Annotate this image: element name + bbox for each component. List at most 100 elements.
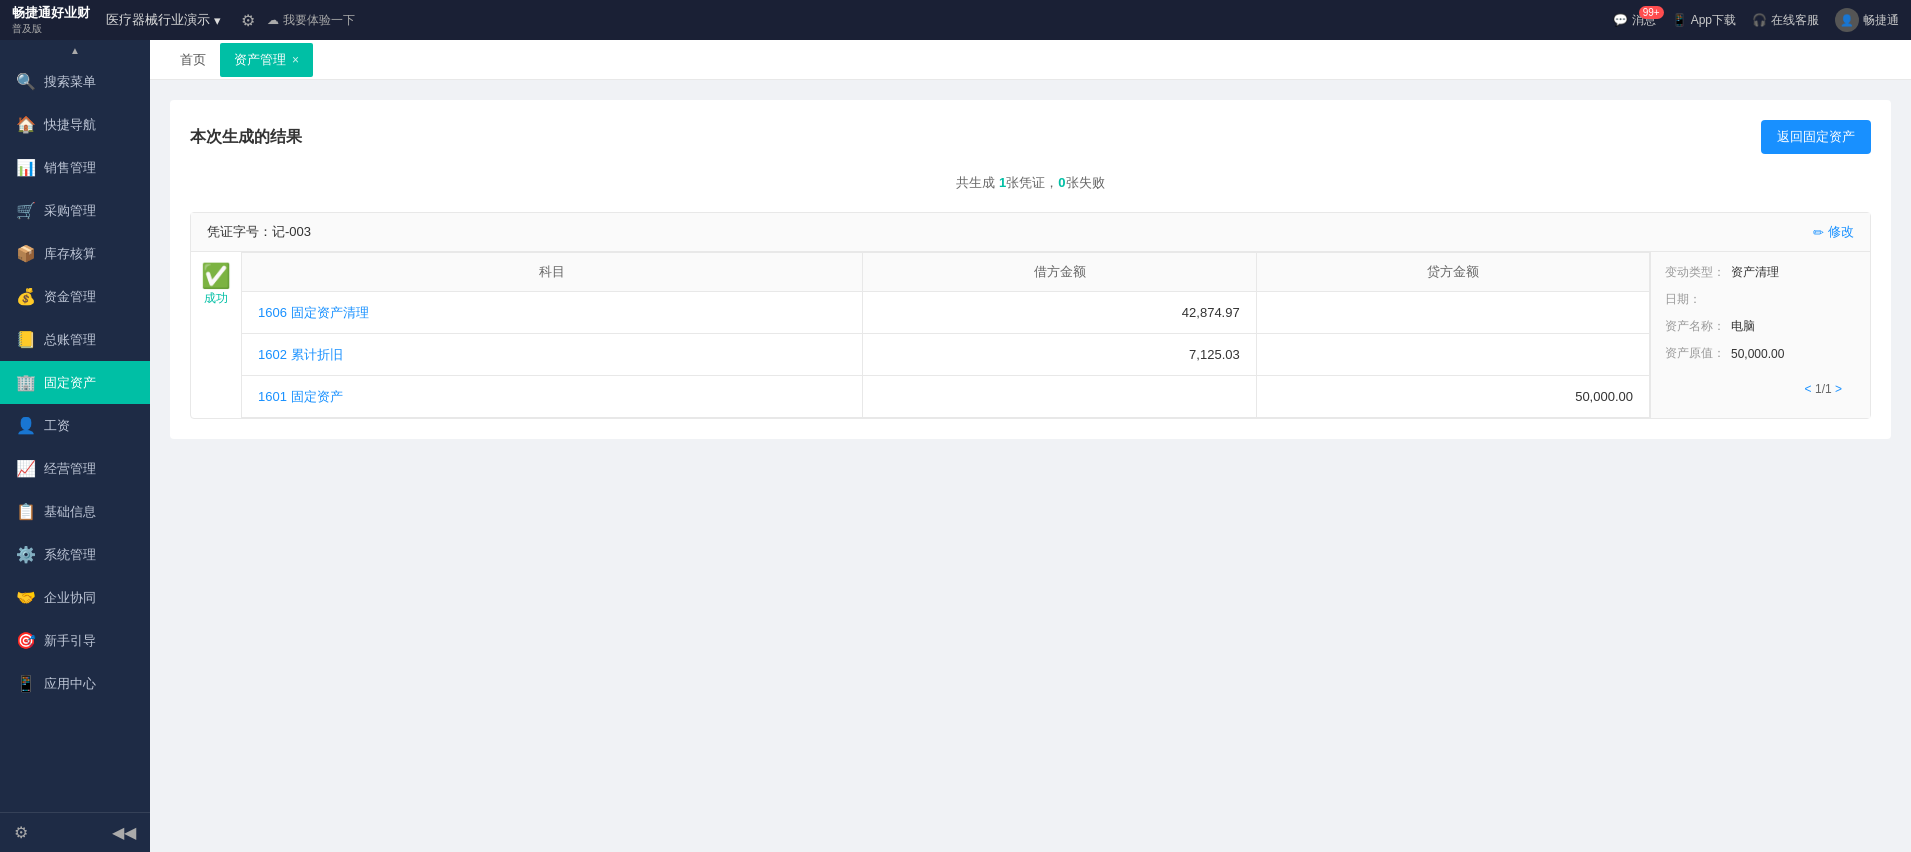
- table-row: 1606 固定资产清理 42,874.97: [242, 292, 1650, 334]
- download-icon: 📱: [1672, 13, 1687, 27]
- sidebar-item-label-operations: 经营管理: [44, 460, 96, 478]
- table-row: 1601 固定资产 50,000.00: [242, 376, 1650, 418]
- sidebar-item-sales[interactable]: 📊 销售管理: [0, 146, 150, 189]
- debit-cell-1: 7,125.03: [863, 334, 1256, 376]
- voucher-table: 科目 借方金额 贷方金额 1606 固定资产清理 42,874.97 1602 …: [241, 252, 1650, 418]
- sidebar-item-icon-payroll: 👤: [16, 416, 36, 435]
- sidebar-item-guide[interactable]: 🎯 新手引导: [0, 619, 150, 662]
- sidebar-item-fixed-assets[interactable]: 🏢 固定资产: [0, 361, 150, 404]
- sidebar-item-icon-operations: 📈: [16, 459, 36, 478]
- sidebar-item-system[interactable]: ⚙️ 系统管理: [0, 533, 150, 576]
- chevron-down-icon: ▾: [214, 13, 221, 28]
- voucher-number: 凭证字号：记-003: [207, 223, 311, 241]
- date-label: 日期：: [1665, 291, 1701, 308]
- tab-close-asset-mgmt[interactable]: ×: [292, 53, 299, 67]
- sidebar-item-search[interactable]: 🔍 搜索菜单: [0, 60, 150, 103]
- tab-bar: 首页资产管理×: [150, 40, 1911, 80]
- sidebar-item-icon-system: ⚙️: [16, 545, 36, 564]
- service-icon: 🎧: [1752, 13, 1767, 27]
- collapse-icon[interactable]: ◀◀: [112, 823, 136, 842]
- next-page[interactable]: >: [1835, 382, 1842, 396]
- fail-count: 0: [1058, 175, 1065, 190]
- sidebar-item-label-inventory: 库存核算: [44, 245, 96, 263]
- sidebar-item-label-purchase: 采购管理: [44, 202, 96, 220]
- sidebar-item-icon-sales: 📊: [16, 158, 36, 177]
- sidebar-items: 🔍 搜索菜单 🏠 快捷导航 📊 销售管理 🛒 采购管理 📦 库存核算 💰 资金管…: [0, 60, 150, 812]
- sidebar-item-label-sales: 销售管理: [44, 159, 96, 177]
- result-summary: 共生成 1张凭证，0张失败: [190, 174, 1871, 192]
- asset-name-value: 电脑: [1731, 318, 1755, 335]
- right-info-panel: 变动类型： 资产清理 日期： 资产名称： 电脑: [1650, 252, 1870, 418]
- sidebar-item-icon-inventory: 📦: [16, 244, 36, 263]
- sidebar-item-operations[interactable]: 📈 经营管理: [0, 447, 150, 490]
- sidebar-item-cooperation[interactable]: 🤝 企业协同: [0, 576, 150, 619]
- experience-label: 我要体验一下: [283, 12, 355, 29]
- subject-link-2[interactable]: 1601 固定资产: [258, 389, 343, 404]
- sidebar-item-icon-app-center: 📱: [16, 674, 36, 693]
- sidebar-item-purchase[interactable]: 🛒 采购管理: [0, 189, 150, 232]
- voucher-section: 凭证字号：记-003 ✏ 修改 ✅ 成功: [190, 212, 1871, 419]
- experience-button[interactable]: ☁ 我要体验一下: [267, 12, 355, 29]
- logo-title: 畅捷通好业财: [12, 4, 90, 22]
- sidebar: ▲ 🔍 搜索菜单 🏠 快捷导航 📊 销售管理 🛒 采购管理 📦 库存核算 💰 资…: [0, 40, 150, 852]
- online-service-action[interactable]: 🎧 在线客服: [1752, 12, 1819, 29]
- settings-bottom-icon[interactable]: ⚙: [14, 823, 28, 842]
- sidebar-item-payroll[interactable]: 👤 工资: [0, 404, 150, 447]
- result-header: 本次生成的结果 返回固定资产: [190, 120, 1871, 154]
- original-value-value: 50,000.00: [1731, 347, 1784, 361]
- sidebar-item-label-fixed-assets: 固定资产: [44, 374, 96, 392]
- message-badge: 99+: [1639, 6, 1664, 19]
- edit-label: 修改: [1828, 223, 1854, 241]
- edit-icon: ✏: [1813, 225, 1824, 240]
- table-row: 1602 累计折旧 7,125.03: [242, 334, 1650, 376]
- content-area: 首页资产管理× 本次生成的结果 返回固定资产 共生成 1张凭证，0张失败 凭证字…: [150, 40, 1911, 852]
- sidebar-item-app-center[interactable]: 📱 应用中心: [0, 662, 150, 705]
- prev-page[interactable]: <: [1805, 382, 1812, 396]
- sidebar-item-icon-purchase: 🛒: [16, 201, 36, 220]
- sidebar-item-icon-quick-nav: 🏠: [16, 115, 36, 134]
- sidebar-item-quick-nav[interactable]: 🏠 快捷导航: [0, 103, 150, 146]
- sidebar-item-label-quick-nav: 快捷导航: [44, 116, 96, 134]
- tab-home[interactable]: 首页: [166, 43, 220, 77]
- sidebar-item-icon-guide: 🎯: [16, 631, 36, 650]
- user-name: 畅捷通: [1863, 12, 1899, 29]
- page-title: 本次生成的结果: [190, 127, 302, 148]
- settings-icon[interactable]: ⚙: [237, 7, 259, 34]
- subject-link-0[interactable]: 1606 固定资产清理: [258, 305, 369, 320]
- asset-name-row: 资产名称： 电脑: [1665, 318, 1856, 335]
- sidebar-item-ledger[interactable]: 📒 总账管理: [0, 318, 150, 361]
- page-content: 本次生成的结果 返回固定资产 共生成 1张凭证，0张失败 凭证字号：记-003 …: [150, 80, 1911, 852]
- sidebar-item-label-cooperation: 企业协同: [44, 589, 96, 607]
- change-type-row: 变动类型： 资产清理: [1665, 264, 1856, 281]
- voucher-header: 凭证字号：记-003 ✏ 修改: [191, 213, 1870, 252]
- asset-name-label: 资产名称：: [1665, 318, 1725, 335]
- subject-link-1[interactable]: 1602 累计折旧: [258, 347, 343, 362]
- debit-cell-2: [863, 376, 1256, 418]
- sidebar-item-icon-basic-info: 📋: [16, 502, 36, 521]
- original-value-row: 资产原值： 50,000.00: [1665, 345, 1856, 362]
- message-icon: 💬: [1613, 13, 1628, 27]
- avatar: 👤: [1835, 8, 1859, 32]
- sidebar-item-basic-info[interactable]: 📋 基础信息: [0, 490, 150, 533]
- success-text: 成功: [204, 291, 228, 305]
- user-area[interactable]: 👤 畅捷通: [1835, 8, 1899, 32]
- sidebar-item-finance[interactable]: 💰 资金管理: [0, 275, 150, 318]
- company-selector[interactable]: 医疗器械行业演示 ▾: [98, 7, 229, 33]
- main-layout: ▲ 🔍 搜索菜单 🏠 快捷导航 📊 销售管理 🛒 采购管理 📦 库存核算 💰 资…: [0, 40, 1911, 852]
- edit-button[interactable]: ✏ 修改: [1813, 223, 1854, 241]
- tab-asset-mgmt[interactable]: 资产管理×: [220, 43, 313, 77]
- company-name: 医疗器械行业演示: [106, 11, 210, 29]
- return-button[interactable]: 返回固定资产: [1761, 120, 1871, 154]
- sidebar-scroll-up[interactable]: ▲: [0, 40, 150, 60]
- credit-cell-1: [1256, 334, 1649, 376]
- sidebar-item-label-app-center: 应用中心: [44, 675, 96, 693]
- app-download-action[interactable]: 📱 App下载: [1672, 12, 1736, 29]
- debit-cell-0: 42,874.97: [863, 292, 1256, 334]
- voucher-status-cell: ✅ 成功: [191, 252, 241, 418]
- date-row: 日期：: [1665, 291, 1856, 308]
- col-header-subject: 科目: [242, 253, 863, 292]
- logo-subtitle: 普及版: [12, 22, 42, 36]
- sidebar-item-inventory[interactable]: 📦 库存核算: [0, 232, 150, 275]
- sidebar-item-label-search: 搜索菜单: [44, 73, 96, 91]
- message-action[interactable]: 💬 消息 99+: [1613, 12, 1656, 29]
